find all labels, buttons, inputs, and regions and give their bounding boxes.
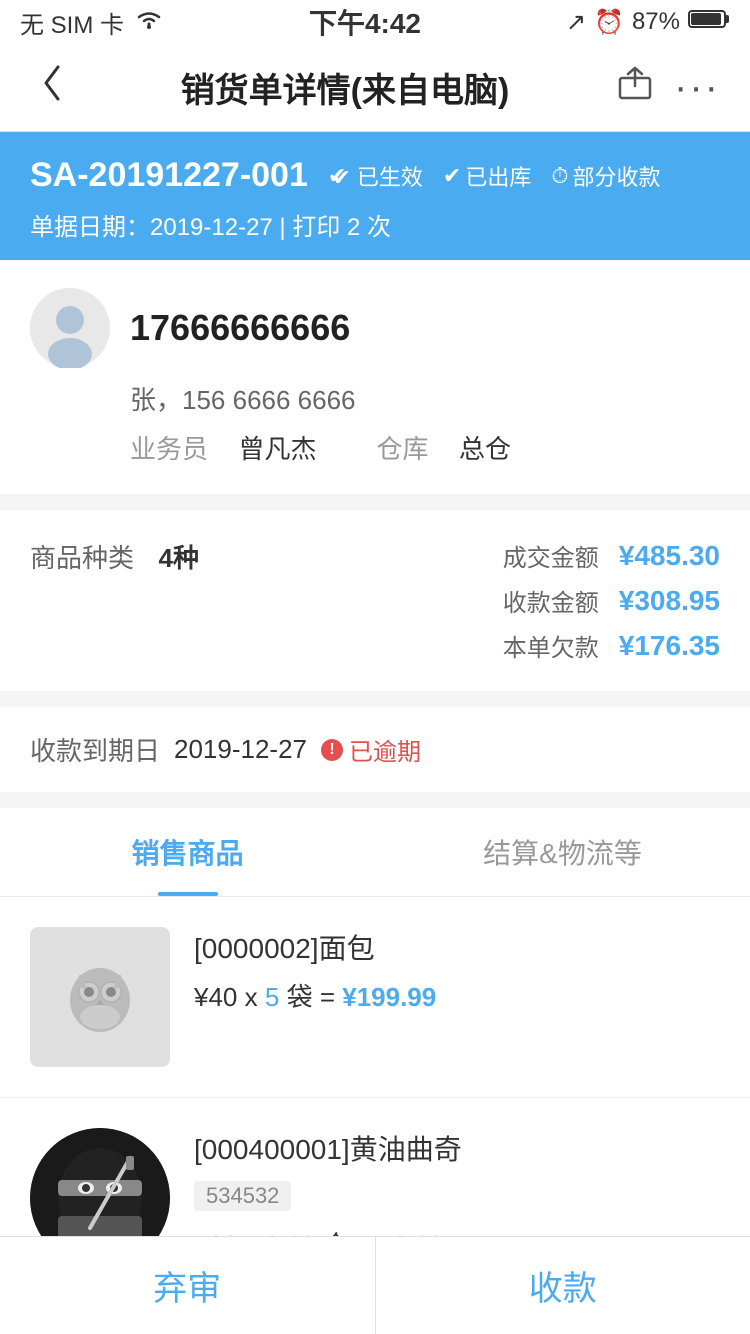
tab-sales-products[interactable]: 销售商品 xyxy=(0,808,375,896)
back-button[interactable] xyxy=(30,53,74,122)
product-sku-2: 534532 xyxy=(194,1181,291,1211)
summary-section: 商品种类 4种 成交金额 ¥485.30 收款金额 ¥308.95 本单欠款 ¥… xyxy=(0,510,750,691)
tab-settlement[interactable]: 结算&物流等 xyxy=(375,808,750,896)
alarm-icon: ⏰ xyxy=(594,8,624,37)
tabs-section: 销售商品 结算&物流等 xyxy=(0,808,750,897)
status-badge-active: ✔ ✔ 已生效 xyxy=(328,160,423,192)
status-badge-shipped: ✔ 已出库 xyxy=(443,160,531,192)
status-bar: 无 SIM 卡 下午4:42 ↗ ⏰ 87% xyxy=(0,0,750,44)
customer-section: 17666666666 张，156 6666 6666 业务员 曾凡杰 仓库 总… xyxy=(0,260,750,494)
customer-info-row: 业务员 曾凡杰 仓库 总仓 xyxy=(30,429,720,466)
product-price-1: ¥40 x 5 袋 = ¥199.99 xyxy=(194,977,720,1014)
salesman-value: 曾凡杰 xyxy=(238,434,316,464)
status-right: ↗ ⏰ 87% xyxy=(566,8,730,37)
collect-label: 收款 xyxy=(529,1261,597,1310)
product-image-1 xyxy=(30,927,170,1067)
debt-value: ¥176.35 xyxy=(619,630,720,662)
received-label: 收款金额 xyxy=(503,583,599,618)
overdue-icon: ! xyxy=(321,739,343,761)
product-name-2: [000400001]黄油曲奇 xyxy=(194,1128,720,1168)
location-icon: ↗ xyxy=(566,8,586,37)
due-date-value: 2019-12-27 xyxy=(174,734,307,765)
clock-icon: ⏱ xyxy=(551,163,568,189)
price-base-1: ¥40 xyxy=(194,982,237,1012)
customer-id: 17666666666 xyxy=(130,307,350,349)
reject-button[interactable]: 弃审 xyxy=(0,1237,376,1334)
badge-shipped-label: 已出库 xyxy=(465,160,531,192)
summary-grid: 商品种类 4种 成交金额 ¥485.30 收款金额 ¥308.95 本单欠款 ¥… xyxy=(30,538,720,663)
deal-amount-value: ¥485.30 xyxy=(619,540,720,572)
warehouse-value: 总仓 xyxy=(459,434,511,464)
product-info-1: [0000002]面包 ¥40 x 5 袋 = ¥199.99 xyxy=(194,927,720,1014)
overdue-label: 已逾期 xyxy=(349,732,421,767)
due-section: 收款到期日 2019-12-27 ! 已逾期 xyxy=(0,707,750,792)
check-icon-shipped: ✔ xyxy=(443,163,461,189)
order-id: SA-20191227-001 xyxy=(30,156,308,195)
product-name-1: [0000002]面包 xyxy=(194,927,720,967)
order-meta: 单据日期：2019-12-27 | 打印 2 次 xyxy=(30,207,720,242)
nav-bar: 销货单详情(来自电脑) ··· xyxy=(0,44,750,132)
debt-label: 本单欠款 xyxy=(503,628,599,663)
unit-1: 袋 xyxy=(287,982,313,1012)
status-time: 下午4:42 xyxy=(309,2,421,42)
badge-active-label: ✔ 已生效 xyxy=(332,160,423,192)
battery-text: 87% xyxy=(632,8,680,36)
tabs: 销售商品 结算&物流等 xyxy=(0,808,750,896)
tab-label-settlement: 结算&物流等 xyxy=(483,832,642,872)
status-badge-partial: ⏱ 部分收款 xyxy=(551,160,660,192)
customer-sub: 张，156 6666 6666 xyxy=(30,380,720,417)
export-icon[interactable] xyxy=(616,64,654,111)
total-1: ¥199.99 xyxy=(342,982,436,1012)
reject-label: 弃审 xyxy=(153,1261,221,1310)
summary-left: 商品种类 4种 xyxy=(30,538,199,663)
status-left: 无 SIM 卡 xyxy=(20,5,164,40)
deal-amount-label: 成交金额 xyxy=(503,538,599,573)
carrier-text: 无 SIM 卡 xyxy=(20,5,124,40)
summary-right: 成交金额 ¥485.30 收款金额 ¥308.95 本单欠款 ¥176.35 xyxy=(503,538,720,663)
tab-active-indicator xyxy=(158,892,218,896)
category-label: 商品种类 xyxy=(30,543,134,573)
customer-row: 17666666666 xyxy=(30,288,720,368)
tab-label-sales: 销售商品 xyxy=(131,832,243,872)
received-value: ¥308.95 xyxy=(619,585,720,617)
warehouse-label: 仓库 xyxy=(377,434,429,464)
received-amount-row: 收款金额 ¥308.95 xyxy=(503,583,720,618)
battery-icon xyxy=(688,8,730,37)
collect-button[interactable]: 收款 xyxy=(376,1237,750,1334)
wifi-icon xyxy=(134,8,164,37)
salesman-label: 业务员 xyxy=(130,434,208,464)
order-header: SA-20191227-001 ✔ ✔ 已生效 ✔ 已出库 ⏱ 部分收款 单据日… xyxy=(0,132,750,260)
page-title: 销货单详情(来自电脑) xyxy=(181,63,510,112)
debt-amount-row: 本单欠款 ¥176.35 xyxy=(503,628,720,663)
product-item-1: [0000002]面包 ¥40 x 5 袋 = ¥199.99 xyxy=(0,897,750,1098)
due-label: 收款到期日 xyxy=(30,731,160,768)
order-header-top: SA-20191227-001 ✔ ✔ 已生效 ✔ 已出库 ⏱ 部分收款 xyxy=(30,156,720,195)
customer-avatar xyxy=(30,288,110,368)
more-icon[interactable]: ··· xyxy=(674,65,720,110)
bottom-bar: 弃审 收款 xyxy=(0,1236,750,1334)
nav-actions: ··· xyxy=(616,64,720,111)
badge-partial-label: 部分收款 xyxy=(573,160,661,192)
deal-amount-row: 成交金额 ¥485.30 xyxy=(503,538,720,573)
qty-1: 5 xyxy=(265,982,279,1012)
overdue-badge: ! 已逾期 xyxy=(321,732,421,767)
category-count: 4种 xyxy=(158,543,198,573)
